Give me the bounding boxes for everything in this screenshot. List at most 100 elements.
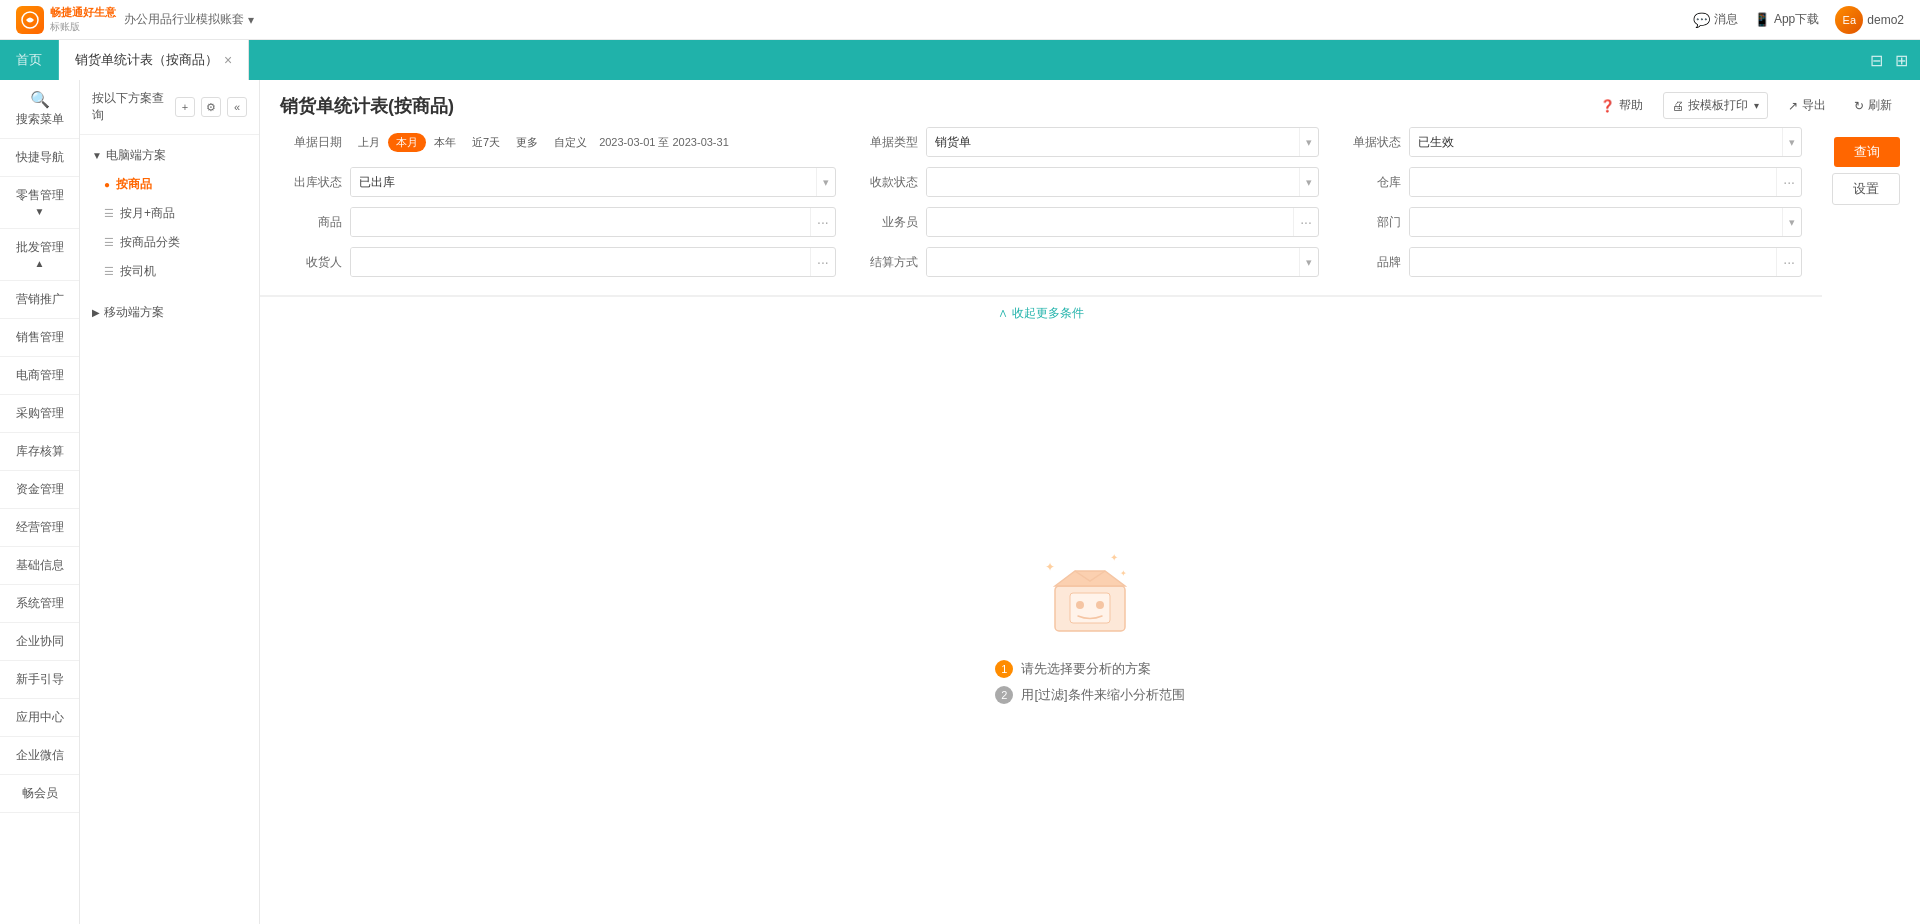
product-input[interactable] (351, 208, 810, 236)
main-layout: 🔍 搜索菜单 快捷导航 零售管理 ▼ 批发管理 ▲ 营销推广 销售管理 电商管理… (0, 80, 1920, 924)
sidebar-item-quick-nav[interactable]: 快捷导航 (0, 139, 79, 177)
receiver-dots[interactable]: ··· (810, 248, 835, 276)
tab-home[interactable]: 首页 (0, 40, 59, 80)
filter-item-by-product[interactable]: ● 按商品 (80, 170, 259, 199)
department-input[interactable] (1410, 208, 1782, 236)
sidebar-item-system[interactable]: 系统管理 (0, 585, 79, 623)
edit-scheme-btn[interactable]: ⚙ (201, 97, 221, 117)
date-range-text: 2023-03-01 至 2023-03-31 (599, 135, 729, 150)
doc-status-input[interactable] (1410, 128, 1782, 156)
user-name: demo2 (1867, 13, 1904, 27)
date-btn-this-year[interactable]: 本年 (426, 133, 464, 152)
warehouse-input[interactable] (1410, 168, 1776, 196)
brand-input[interactable] (1410, 248, 1776, 276)
doc-type-label: 单据类型 (856, 134, 926, 151)
date-btn-more[interactable]: 更多 (508, 133, 546, 152)
filter-section-mobile-title[interactable]: ▶ 移动端方案 (80, 298, 259, 327)
date-btn-7days[interactable]: 近7天 (464, 133, 508, 152)
sidebar-item-operation[interactable]: 经营管理 (0, 509, 79, 547)
refresh-btn[interactable]: ↻ 刷新 (1846, 93, 1900, 118)
doc-status-arrow[interactable]: ▾ (1782, 128, 1801, 156)
tab-close-icon[interactable]: × (224, 53, 232, 67)
payment-method-input[interactable] (927, 248, 1299, 276)
filter-item-by-cashier[interactable]: ☰ 按司机 (80, 257, 259, 286)
print-btn[interactable]: 🖨 按模板打印 ▾ (1663, 92, 1768, 119)
filter-section-desktop: ▼ 电脑端方案 ● 按商品 ☰ 按月+商品 ☰ 按商品分类 ☰ 按司机 (80, 135, 259, 292)
date-btn-custom[interactable]: 自定义 (546, 133, 595, 152)
sidebar-item-search[interactable]: 🔍 搜索菜单 (0, 80, 79, 139)
phone-icon: 📱 (1754, 12, 1770, 27)
filter-icon-category: ☰ (104, 236, 114, 249)
app-download-action[interactable]: 📱 App下载 (1754, 11, 1819, 28)
collapse-panel-btn[interactable]: « (227, 97, 247, 117)
sidebar-item-inventory[interactable]: 库存核算 (0, 433, 79, 471)
product-select[interactable]: ··· (350, 207, 836, 237)
payment-status-arrow[interactable]: ▾ (1299, 168, 1318, 196)
add-scheme-btn[interactable]: + (175, 97, 195, 117)
warehouse-dots[interactable]: ··· (1776, 168, 1801, 196)
date-btn-last-month[interactable]: 上月 (350, 133, 388, 152)
receiver-field: 收货人 ··· (280, 247, 836, 277)
product-dots[interactable]: ··· (810, 208, 835, 236)
sidebar-item-sales[interactable]: 销售管理 (0, 319, 79, 357)
query-button[interactable]: 查询 (1834, 137, 1900, 167)
filter-section-desktop-title[interactable]: ▼ 电脑端方案 (80, 141, 259, 170)
doc-type-input[interactable] (927, 128, 1299, 156)
tab-sales-stat[interactable]: 销货单统计表（按商品） × (59, 40, 249, 80)
doc-status-label: 单据状态 (1339, 134, 1409, 151)
payment-method-select[interactable]: ▾ (926, 247, 1319, 277)
sidebar-item-member[interactable]: 畅会员 (0, 775, 79, 813)
sidebar-item-purchase[interactable]: 采购管理 (0, 395, 79, 433)
section-expand-icon: ▼ (92, 150, 102, 161)
doc-type-field: 单据类型 ▾ (856, 127, 1319, 157)
salesperson-select[interactable]: ··· (926, 207, 1319, 237)
setting-button[interactable]: 设置 (1832, 173, 1900, 205)
out-status-arrow[interactable]: ▾ (816, 168, 835, 196)
sidebar-item-wholesale[interactable]: 批发管理 ▲ (0, 229, 79, 281)
tab-bar-right: ⊟ ⊞ (1866, 47, 1920, 74)
sidebar-item-finance[interactable]: 资金管理 (0, 471, 79, 509)
tip-number-1: 1 (995, 660, 1013, 678)
export-btn[interactable]: ↗ 导出 (1780, 93, 1834, 118)
out-status-input[interactable] (351, 168, 816, 196)
breadcrumb-arrow[interactable]: ▾ (248, 13, 254, 27)
filter-section-mobile: ▶ 移动端方案 (80, 292, 259, 333)
salesperson-input[interactable] (927, 208, 1293, 236)
doc-type-select[interactable]: ▾ (926, 127, 1319, 157)
sidebar-item-ecommerce[interactable]: 电商管理 (0, 357, 79, 395)
help-btn[interactable]: ❓ 帮助 (1592, 93, 1651, 118)
sidebar-item-basic[interactable]: 基础信息 (0, 547, 79, 585)
department-arrow[interactable]: ▾ (1782, 208, 1801, 236)
collapse-conditions-btn[interactable]: ∧ 收起更多条件 (260, 296, 1822, 330)
tab-maximize-icon[interactable]: ⊞ (1891, 47, 1912, 74)
receiver-input[interactable] (351, 248, 810, 276)
payment-status-label: 收款状态 (856, 174, 926, 191)
filter-item-by-month-product[interactable]: ☰ 按月+商品 (80, 199, 259, 228)
filter-panel-title: 按以下方案查询 (92, 90, 175, 124)
payment-method-arrow[interactable]: ▾ (1299, 248, 1318, 276)
sidebar-item-marketing[interactable]: 营销推广 (0, 281, 79, 319)
doc-type-arrow[interactable]: ▾ (1299, 128, 1318, 156)
warehouse-select[interactable]: ··· (1409, 167, 1802, 197)
svg-point-4 (1096, 601, 1104, 609)
brand-dots[interactable]: ··· (1776, 248, 1801, 276)
brand-select[interactable]: ··· (1409, 247, 1802, 277)
tab-minimize-icon[interactable]: ⊟ (1866, 47, 1887, 74)
user-area[interactable]: Ea demo2 (1835, 6, 1904, 34)
payment-status-input[interactable] (927, 168, 1299, 196)
payment-status-select[interactable]: ▾ (926, 167, 1319, 197)
doc-status-select[interactable]: ▾ (1409, 127, 1802, 157)
empty-tips: 1 请先选择要分析的方案 2 用[过滤]条件来缩小分析范围 (995, 660, 1184, 704)
sidebar-item-new-guide[interactable]: 新手引导 (0, 661, 79, 699)
date-btn-this-month[interactable]: 本月 (388, 133, 426, 152)
sidebar-item-retail[interactable]: 零售管理 ▼ (0, 177, 79, 229)
salesperson-dots[interactable]: ··· (1293, 208, 1318, 236)
sidebar-item-enterprise-wechat[interactable]: 企业微信 (0, 737, 79, 775)
message-action[interactable]: 💬 消息 (1693, 11, 1738, 28)
sidebar-item-enterprise-coop[interactable]: 企业协同 (0, 623, 79, 661)
sidebar-item-app-center[interactable]: 应用中心 (0, 699, 79, 737)
department-select[interactable]: ▾ (1409, 207, 1802, 237)
filter-item-by-product-category[interactable]: ☰ 按商品分类 (80, 228, 259, 257)
out-status-select[interactable]: ▾ (350, 167, 836, 197)
receiver-select[interactable]: ··· (350, 247, 836, 277)
